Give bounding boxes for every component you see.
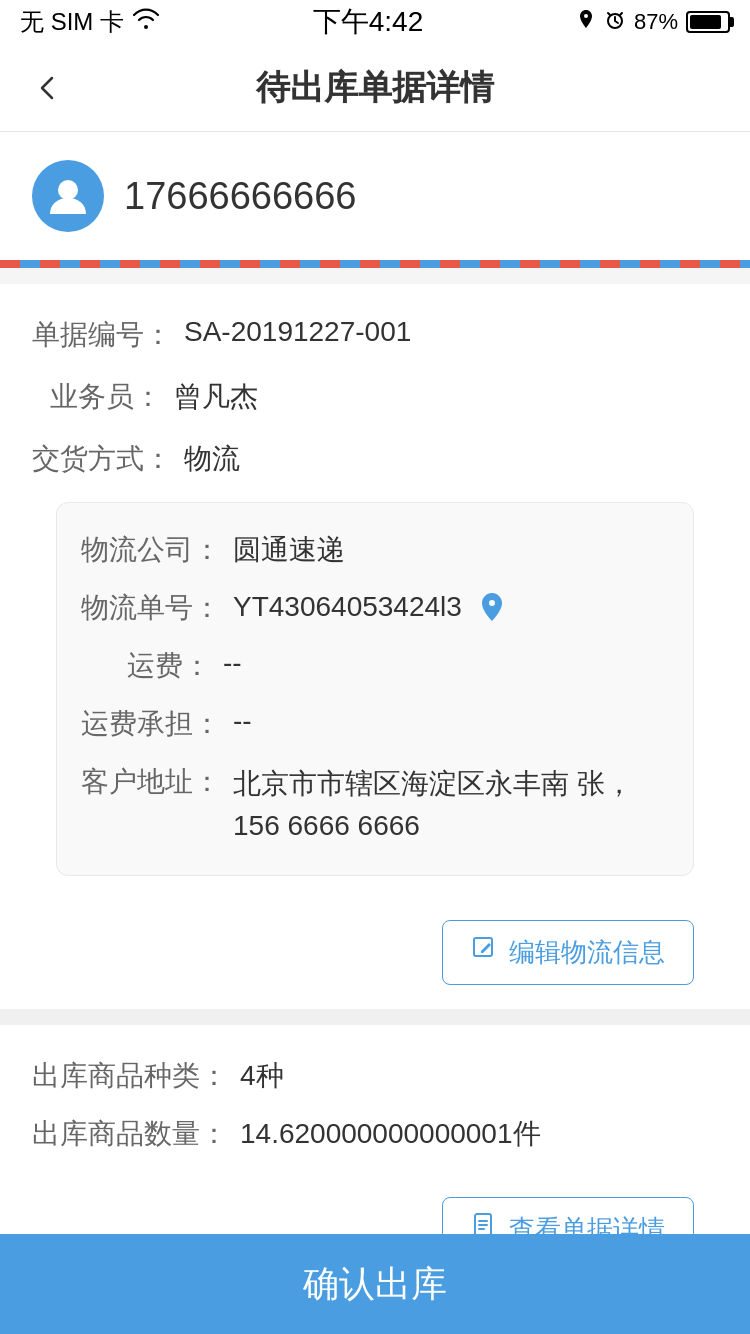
freight-bearer-label: 运费承担： — [81, 705, 221, 743]
freight-row: 运费： -- — [81, 647, 669, 685]
alarm-icon — [604, 8, 626, 36]
address-label: 客户地址： — [81, 763, 221, 801]
order-no-label: 单据编号： — [32, 316, 172, 354]
logistics-tracking-label: 物流单号： — [81, 589, 221, 627]
order-no-row: 单据编号： SA-20191227-001 — [32, 316, 718, 354]
salesman-row: 业务员： 曾凡杰 — [32, 378, 718, 416]
confirm-button[interactable]: 确认出库 — [0, 1234, 750, 1334]
logistics-box: 物流公司： 圆通速递 物流单号： YT43064053424l3 运费： -- … — [56, 502, 694, 876]
tracking-location-button[interactable] — [474, 589, 510, 625]
goods-quantity-label: 出库商品数量： — [32, 1115, 228, 1153]
customer-section: 17666666666 — [0, 132, 750, 260]
location-icon — [576, 8, 596, 36]
logistics-tracking-value: YT43064053424l3 — [233, 589, 669, 625]
delivery-method-label: 交货方式： — [32, 440, 172, 478]
freight-value: -- — [223, 647, 669, 679]
svg-rect-2 — [474, 938, 492, 956]
battery-percentage: 87% — [634, 9, 678, 35]
battery-icon — [686, 11, 730, 33]
address-value: 北京市市辖区海淀区永丰南 张，156 6666 6666 — [233, 763, 669, 847]
avatar — [32, 160, 104, 232]
salesman-value: 曾凡杰 — [174, 378, 718, 416]
edit-icon — [471, 935, 499, 970]
goods-quantity-value: 14.620000000000001件 — [240, 1115, 541, 1153]
goods-type-value: 4种 — [240, 1057, 284, 1095]
salesman-label: 业务员： — [32, 378, 162, 416]
status-left: 无 SIM 卡 — [20, 6, 160, 38]
freight-bearer-row: 运费承担： -- — [81, 705, 669, 743]
goods-type-row: 出库商品种类： 4种 — [32, 1057, 718, 1095]
page-title: 待出库单据详情 — [256, 65, 494, 111]
address-row: 客户地址： 北京市市辖区海淀区永丰南 张，156 6666 6666 — [81, 763, 669, 847]
carrier-label: 无 SIM 卡 — [20, 6, 124, 38]
status-bar: 无 SIM 卡 下午4:42 87% — [0, 0, 750, 44]
section-separator — [0, 1009, 750, 1025]
logistics-company-row: 物流公司： 圆通速递 — [81, 531, 669, 569]
freight-label: 运费： — [81, 647, 211, 685]
delivery-method-row: 交货方式： 物流 — [32, 440, 718, 478]
status-right: 87% — [576, 8, 730, 36]
dashed-divider — [0, 260, 750, 268]
logistics-tracking-row: 物流单号： YT43064053424l3 — [81, 589, 669, 627]
edit-logistics-label: 编辑物流信息 — [509, 935, 665, 970]
edit-logistics-button[interactable]: 编辑物流信息 — [442, 920, 694, 985]
logistics-company-value: 圆通速递 — [233, 531, 669, 569]
nav-bar: 待出库单据详情 — [0, 44, 750, 132]
delivery-method-value: 物流 — [184, 440, 718, 478]
goods-quantity-row: 出库商品数量： 14.620000000000001件 — [32, 1115, 718, 1153]
wifi-icon — [132, 8, 160, 36]
back-button[interactable] — [24, 64, 72, 112]
customer-phone: 17666666666 — [124, 175, 356, 218]
order-no-value: SA-20191227-001 — [184, 316, 718, 348]
logistics-company-label: 物流公司： — [81, 531, 221, 569]
goods-type-label: 出库商品种类： — [32, 1057, 228, 1095]
order-info-section: 单据编号： SA-20191227-001 业务员： 曾凡杰 交货方式： 物流 … — [0, 284, 750, 1009]
freight-bearer-value: -- — [233, 705, 669, 737]
svg-point-1 — [58, 180, 78, 200]
status-time: 下午4:42 — [313, 3, 424, 41]
